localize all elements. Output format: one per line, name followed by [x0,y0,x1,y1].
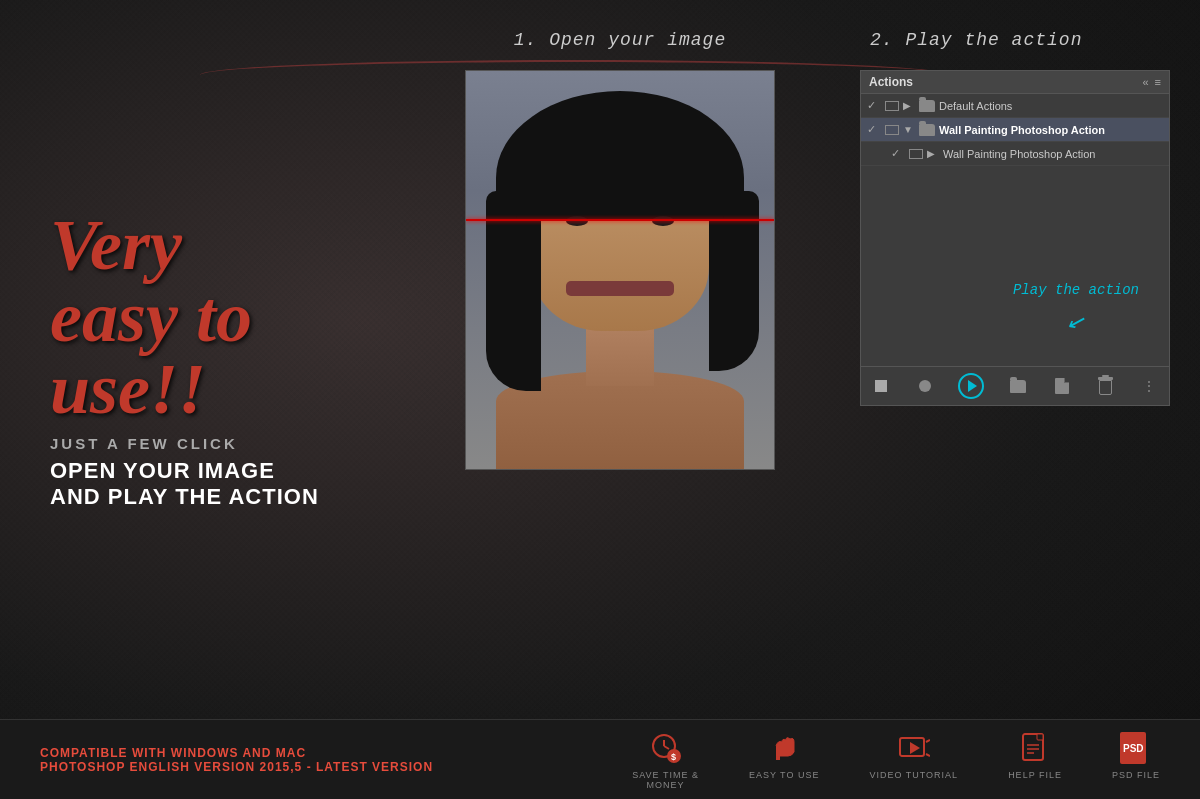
play-btn[interactable] [958,373,984,399]
right-panel: 2. Play the action Actions « ≡ ✓ ▶ Defau… [860,0,1200,719]
portrait-bg [466,71,774,469]
panel-title: Actions [869,75,913,89]
svg-text:PSD: PSD [1123,743,1144,754]
new-action-btn[interactable] [1052,376,1072,396]
check-wall-action: ✓ [891,147,905,160]
footer-help-file[interactable]: Help File [1008,730,1062,790]
tagline-play-action: and play the action [50,484,319,509]
psd-file-label: PSD File [1112,770,1160,780]
stop-icon [875,380,887,392]
photo-container [465,70,775,470]
square-wall-folder [885,125,899,135]
eye-left [566,216,588,226]
action-row-default[interactable]: ✓ ▶ Default Actions [861,94,1169,118]
options-btn[interactable]: ⋮ [1139,376,1159,396]
action-label-wall-action: Wall Painting Photoshop Action [943,148,1163,160]
save-time-icon: $ [648,730,684,766]
action-row-wall-action[interactable]: ✓ ▶ Wall Painting Photoshop Action [861,142,1169,166]
arrow-wall-folder: ▼ [903,124,915,135]
svg-text:$: $ [671,752,676,762]
footer-psd-file[interactable]: PSD PSD File [1112,730,1160,790]
hair-left [486,191,541,391]
lips [566,281,674,296]
footer-easy-to-use[interactable]: Easy To Use [749,730,820,790]
svg-line-7 [926,740,930,742]
panel-collapse-btn[interactable]: « [1142,76,1148,88]
options-icon: ⋮ [1142,378,1156,394]
new-folder-btn[interactable] [1008,376,1028,396]
arrow-wall-action: ▶ [927,148,939,159]
panel-header: Actions « ≡ [861,71,1169,94]
footer-version: Photoshop English Version 2015,5 - Lates… [40,760,592,774]
step1-label: 1. Open your image [514,30,726,50]
action-label-default: Default Actions [939,100,1163,112]
delete-btn[interactable] [1095,376,1115,396]
square-default [885,101,899,111]
eye-right [652,216,674,226]
arrow-default: ▶ [903,100,915,111]
help-file-icon [1017,730,1053,766]
easy-to-use-label: Easy To Use [749,770,820,780]
square-wall-action [909,149,923,159]
video-tutorial-icon [896,730,932,766]
stop-btn[interactable] [871,376,891,396]
action-label-wall-folder: Wall Painting Photoshop Action [939,124,1163,136]
folder-icon-default [919,100,935,112]
face-silhouette [466,71,774,469]
tagline-sub2-3: Open your image and play the action [50,458,340,511]
new-doc-icon [1055,378,1069,394]
play-icon [968,380,977,392]
tagline-sub1: Just a few click [50,435,340,452]
help-file-label: Help File [1008,770,1062,780]
svg-line-2 [664,746,669,749]
footer-compat-line1: Compatible with Windows and Mac [40,746,592,760]
bangs [516,171,724,221]
check-default: ✓ [867,99,881,112]
play-annotation-arrow: ↙ [1011,291,1141,346]
folder-icon-wall [919,124,935,136]
psd-file-icon: PSD [1118,730,1154,766]
record-btn[interactable] [915,376,935,396]
panel-menu-btn[interactable]: ≡ [1155,76,1161,88]
footer: Compatible with Windows and Mac Photosho… [0,719,1200,799]
footer-video-tutorial[interactable]: Video Tutorial [869,730,958,790]
play-annotation: Play the action ↙ [1013,282,1139,336]
footer-icons: $ Save Time &Money Easy To Use [632,730,1200,790]
footer-save-time[interactable]: $ Save Time &Money [632,730,699,790]
neck [586,326,654,386]
svg-marker-6 [910,742,920,754]
trash-icon [1099,380,1112,395]
tagline-open-image: Open your image [50,458,275,483]
save-time-label: Save Time &Money [632,770,699,790]
main-content: Veryeasy touse!! Just a few click Open y… [0,0,1200,719]
left-panel: Veryeasy touse!! Just a few click Open y… [0,0,380,719]
folder-create-icon [1010,380,1026,393]
panel-spacer: Play the action ↙ [861,166,1169,366]
actions-panel: Actions « ≡ ✓ ▶ Default Actions ✓ ▼ [860,70,1170,406]
tagline-main: Veryeasy touse!! [50,209,340,425]
panel-controls: « ≡ [1142,76,1161,88]
action-row-wall-folder[interactable]: ✓ ▼ Wall Painting Photoshop Action [861,118,1169,142]
step2-label: 2. Play the action [860,30,1170,50]
check-wall-folder: ✓ [867,123,881,136]
svg-line-8 [926,754,930,756]
easy-to-use-icon [766,730,802,766]
svg-rect-10 [1037,734,1043,740]
panel-toolbar: ⋮ [861,366,1169,405]
footer-left: Compatible with Windows and Mac Photosho… [0,746,632,774]
record-icon [919,380,931,392]
red-line [466,219,774,221]
video-tutorial-label: Video Tutorial [869,770,958,780]
center-panel: 1. Open your image [380,0,860,719]
